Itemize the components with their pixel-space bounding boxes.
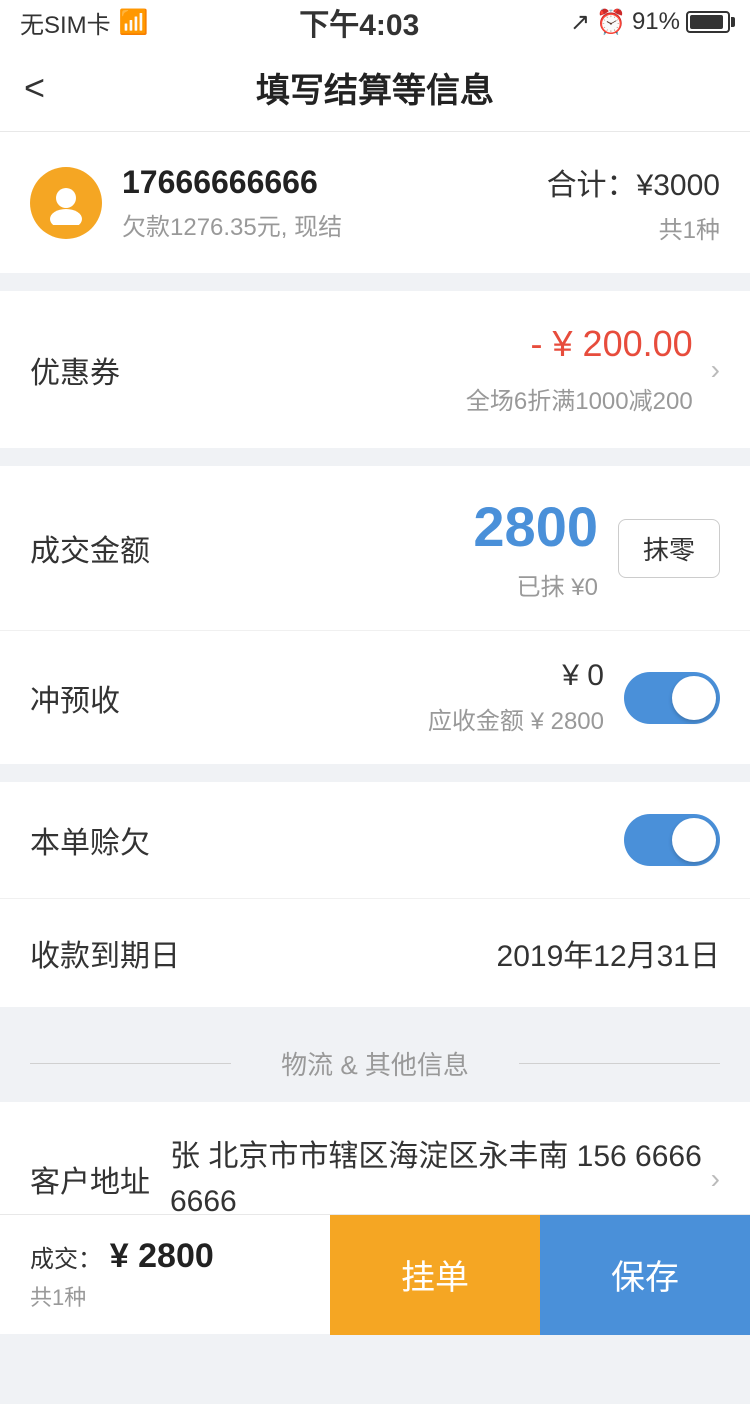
coupon-right: - ¥ 200.00 全场6折满1000减200 › (466, 323, 720, 416)
coupon-label: 优惠券 (30, 348, 120, 392)
nav-bar: < 填写结算等信息 (0, 44, 750, 132)
status-left: 无SIM卡 📶 (20, 5, 149, 40)
status-right: ↗ ⏰ 91% (570, 8, 730, 37)
footer-transaction-label: 成交： (30, 1246, 102, 1273)
due-date-row: 收款到期日 2019年12月31日 (0, 899, 750, 1007)
coupon-sub: 全场6折满1000减200 (466, 381, 693, 416)
coupon-section: 优惠券 - ¥ 200.00 全场6折满1000减200 › (0, 291, 750, 448)
due-date-value: 2019年12月31日 (497, 931, 720, 975)
divider-line-right (519, 1063, 720, 1064)
deal-value: 2800 (473, 494, 598, 559)
address-label: 客户地址 (30, 1157, 150, 1201)
chong-right: ¥ 0 应收金额 ¥ 2800 (428, 659, 720, 736)
debt-label: 本单赊欠 (30, 818, 150, 862)
chong-label: 冲预收 (30, 676, 120, 720)
debt-section: 本单赊欠 收款到期日 2019年12月31日 (0, 782, 750, 1007)
amount-section: 成交金额 2800 已抹 ¥0 抹零 冲预收 ¥ 0 应收金额 ¥ 2800 (0, 466, 750, 764)
coupon-row[interactable]: 优惠券 - ¥ 200.00 全场6折满1000减200 › (0, 291, 750, 448)
footer-amount: ¥ 2800 (110, 1237, 214, 1275)
footer-count: 共1种 (30, 1280, 300, 1312)
footer-info: 成交： ¥ 2800 共1种 (0, 1237, 330, 1312)
user-info: 17666666666 欠款1276.35元, 现结 (122, 164, 342, 242)
battery-percent: 91% (632, 8, 680, 36)
user-debt: 欠款1276.35元, 现结 (122, 207, 342, 242)
avatar (30, 167, 102, 239)
user-left: 17666666666 欠款1276.35元, 现结 (30, 164, 342, 242)
footer-transaction-line: 成交： ¥ 2800 (30, 1237, 300, 1276)
page-title: 填写结算等信息 (256, 63, 494, 112)
already-rounded: 已抹 ¥0 (517, 567, 598, 602)
round-zero-button[interactable]: 抹零 (618, 519, 720, 578)
chong-sub: 应收金额 ¥ 2800 (428, 701, 604, 736)
footer: 成交： ¥ 2800 共1种 挂单 保存 (0, 1214, 750, 1334)
status-time: 下午4:03 (299, 0, 419, 44)
debt-row: 本单赊欠 (0, 782, 750, 899)
address-chevron-icon: › (711, 1163, 720, 1195)
user-right: 合计：¥3000 共1种 (547, 160, 720, 245)
location-icon: ↗ (570, 8, 590, 37)
deal-col: 2800 已抹 ¥0 (473, 494, 598, 602)
chong-value: ¥ 0 (562, 659, 604, 693)
logistics-divider: 物流 & 其他信息 (0, 1025, 750, 1102)
user-card: 17666666666 欠款1276.35元, 现结 合计：¥3000 共1种 (0, 132, 750, 273)
chong-row: 冲预收 ¥ 0 应收金额 ¥ 2800 (0, 631, 750, 764)
coupon-chevron-icon: › (711, 354, 720, 386)
chong-toggle[interactable] (624, 672, 720, 724)
alarm-icon: ⏰ (596, 8, 626, 37)
divider-line-left (30, 1063, 231, 1064)
carrier-text: 无SIM卡 (20, 5, 111, 40)
chong-col: ¥ 0 应收金额 ¥ 2800 (428, 659, 604, 736)
user-count: 共1种 (547, 210, 720, 245)
user-phone: 17666666666 (122, 164, 342, 201)
deal-amount-row: 成交金额 2800 已抹 ¥0 抹零 (0, 466, 750, 631)
wifi-icon: 📶 (119, 8, 149, 37)
deal-label: 成交金额 (30, 526, 150, 570)
deal-right: 2800 已抹 ¥0 抹零 (473, 494, 720, 602)
hold-button[interactable]: 挂单 (330, 1215, 540, 1335)
battery-icon (686, 11, 730, 33)
user-total: 合计：¥3000 (547, 160, 720, 204)
address-value: 张 北京市市辖区海淀区永丰南 156 6666 6666 (170, 1134, 711, 1224)
divider-text: 物流 & 其他信息 (281, 1045, 469, 1082)
coupon-values: - ¥ 200.00 全场6折满1000减200 (466, 323, 693, 416)
save-button[interactable]: 保存 (540, 1215, 750, 1335)
back-button[interactable]: < (24, 67, 45, 109)
debt-toggle[interactable] (624, 814, 720, 866)
status-bar: 无SIM卡 📶 下午4:03 ↗ ⏰ 91% (0, 0, 750, 44)
due-date-label: 收款到期日 (30, 931, 180, 975)
coupon-value: - ¥ 200.00 (531, 323, 693, 365)
